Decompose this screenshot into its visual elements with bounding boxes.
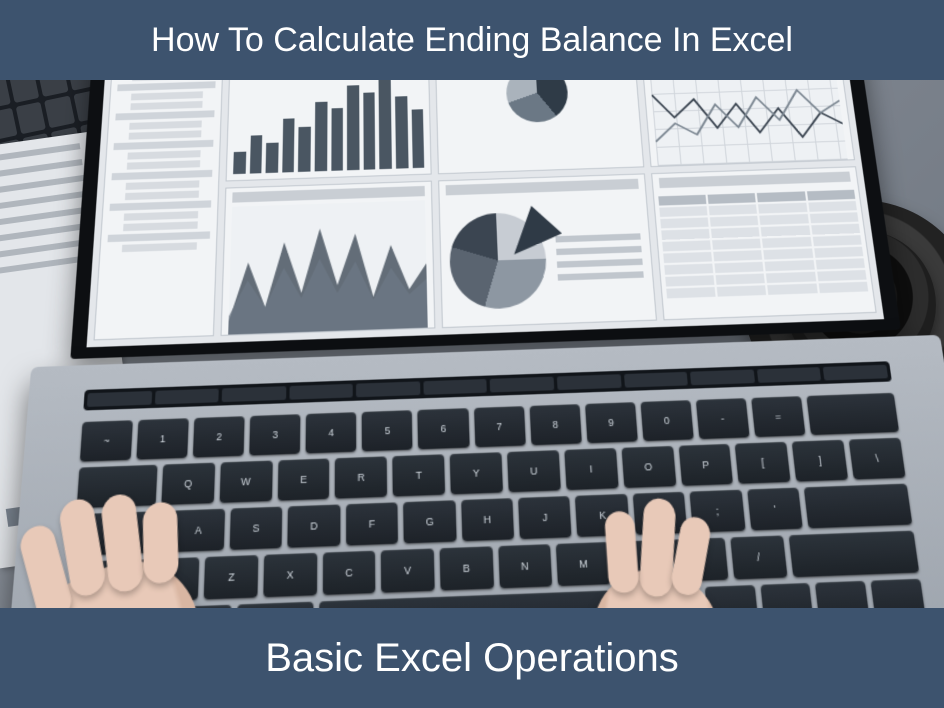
laptop-keyboard-deck: ~123 4567 890- = QWE RTYU IOP[ ]\ ASD FG…: [1, 335, 944, 608]
pie-chart-icon: [505, 80, 569, 123]
keyboard: ~123 4567 890- = QWE RTYU IOP[ ]\ ASD FG…: [67, 393, 926, 608]
laptop-screen-frame: [70, 80, 901, 359]
photo-scene: ~123 4567 890- = QWE RTYU IOP[ ]\ ASD FG…: [0, 80, 944, 608]
laptop: ~123 4567 890- = QWE RTYU IOP[ ]\ ASD FG…: [0, 80, 944, 608]
title-banner-top: How To Calculate Ending Balance In Excel: [0, 0, 944, 80]
big-pie-panel: [438, 173, 656, 328]
bar-chart-panel: [226, 80, 432, 181]
side-tree-panel: [94, 80, 224, 340]
line-network-panel: [639, 80, 855, 167]
pie-chart-icon: [449, 212, 549, 311]
small-pie-panel: [435, 80, 644, 174]
data-table-panel: [651, 166, 877, 320]
title-text: How To Calculate Ending Balance In Excel: [151, 21, 793, 60]
area-chart-panel: [220, 181, 435, 336]
dashboard-screen: [87, 80, 885, 347]
subtitle-text: Basic Excel Operations: [265, 636, 679, 681]
title-banner-bottom: Basic Excel Operations: [0, 608, 944, 708]
